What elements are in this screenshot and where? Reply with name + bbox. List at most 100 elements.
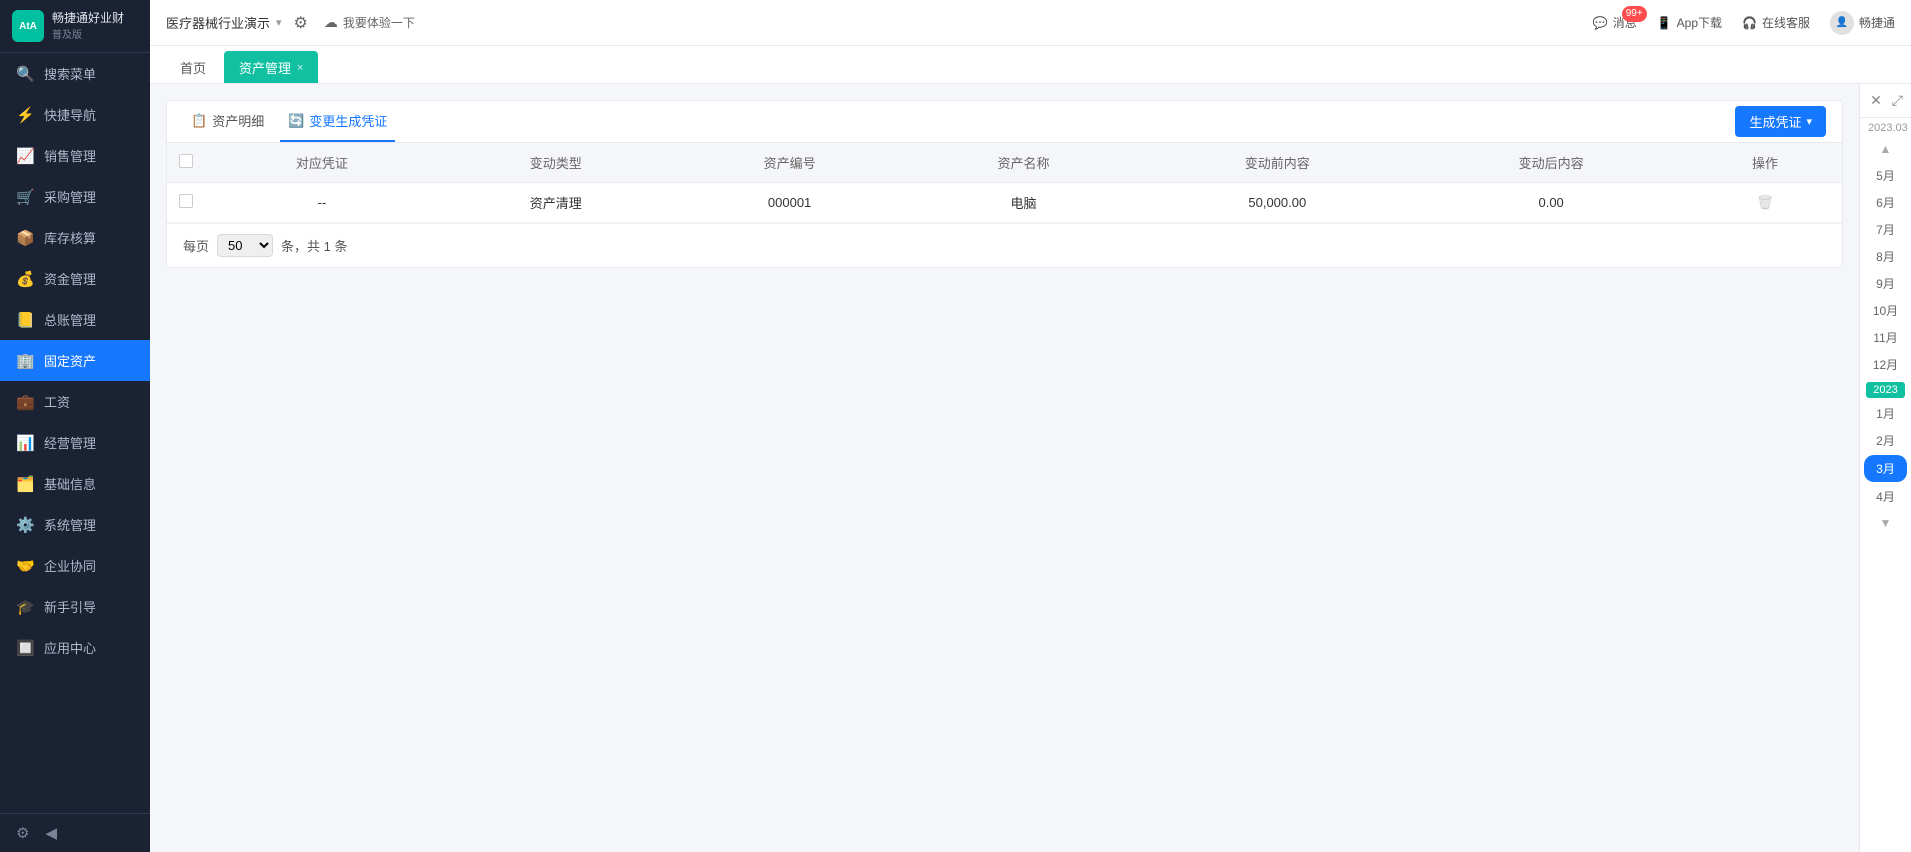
right-panel: ✕ ⤢ 2023.03 ▲ 5月6月7月8月9月10月11月12月 2023 1… (1859, 84, 1911, 852)
sidebar-item-system[interactable]: ⚙️系统管理 (0, 504, 150, 545)
month-item[interactable]: 6月 (1860, 189, 1911, 216)
tab-home[interactable]: 首页 (166, 52, 220, 83)
sidebar-label-assets: 固定资产 (44, 351, 96, 370)
payroll-icon: 💼 (16, 393, 34, 411)
per-page-select[interactable]: 50 10 20 100 (217, 234, 273, 257)
sidebar-item-sales[interactable]: 📈销售管理 (0, 135, 150, 176)
sidebar-item-basicinfo[interactable]: 🗂️基础信息 (0, 463, 150, 504)
user-name: 畅捷通 (1859, 14, 1895, 31)
month-item[interactable]: 9月 (1860, 270, 1911, 297)
change-table: 对应凭证 变动类型 资产编号 资产名称 变动前内容 变动后内容 操作 - (167, 143, 1842, 223)
page-content: 📋 资产明细 🔄 变更生成凭证 生成凭证 ▾ (150, 84, 1859, 852)
tab-asset-management[interactable]: 资产管理 × (224, 51, 318, 83)
settings-gear-icon[interactable]: ⚙ (294, 13, 308, 33)
sidebar-header: AtA 畅捷通好业财 普及版 (0, 0, 150, 53)
sidebar-label-appcenter: 应用中心 (44, 638, 96, 657)
cell-before-value: 50,000.00 (1140, 183, 1414, 223)
total-text: 条，共 1 条 (281, 236, 347, 255)
nav-tabs-bar: 首页 资产管理 × (150, 46, 1911, 84)
row-checkbox[interactable] (179, 194, 193, 208)
month-item[interactable]: 5月 (1860, 162, 1911, 189)
col-asset-code: 资产编号 (673, 143, 907, 183)
panel-expand-icon[interactable]: ⤢ (1890, 90, 1905, 111)
generate-voucher-button[interactable]: 生成凭证 ▾ (1735, 106, 1826, 137)
col-before: 变动前内容 (1140, 143, 1414, 183)
sidebar-label-guide: 新手引导 (44, 597, 96, 616)
month-item[interactable]: 2月 (1860, 427, 1911, 454)
messages-button[interactable]: 💬 消息 99+ (1593, 14, 1637, 31)
sub-tab-asset-detail[interactable]: 📋 资产明细 (183, 101, 272, 142)
quicknav-icon: ⚡ (16, 106, 34, 124)
sidebar-label-ledger: 总账管理 (44, 310, 96, 329)
settings-icon[interactable]: ⚙ (16, 824, 29, 842)
company-name: 医疗器械行业演示 (166, 13, 270, 32)
experience-text: 我要体验一下 (343, 14, 415, 31)
user-menu[interactable]: 👤 畅捷通 (1830, 11, 1895, 35)
month-item[interactable]: 7月 (1860, 216, 1911, 243)
col-after: 变动后内容 (1414, 143, 1688, 183)
app-download-button[interactable]: 📱 App下载 (1657, 14, 1722, 31)
asset-detail-icon: 📋 (191, 113, 207, 129)
year-badge[interactable]: 2023 (1866, 382, 1905, 398)
scroll-down-btn[interactable]: ▼ (1860, 510, 1911, 536)
management-icon: 📊 (16, 434, 34, 452)
content-wrapper: 📋 资产明细 🔄 变更生成凭证 生成凭证 ▾ (150, 84, 1911, 852)
sub-tab-change-voucher[interactable]: 🔄 变更生成凭证 (280, 101, 395, 142)
current-year-label: 2023.03 (1860, 118, 1911, 136)
sidebar-item-management[interactable]: 📊经营管理 (0, 422, 150, 463)
sidebar-label-enterprise: 企业协同 (44, 556, 96, 575)
panel-close-icon[interactable]: ✕ (1868, 90, 1884, 111)
sidebar-item-quicknav[interactable]: ⚡快捷导航 (0, 94, 150, 135)
cell-voucher: -- (205, 183, 439, 223)
sidebar-item-funds[interactable]: 💰 资金管理 (0, 258, 150, 299)
app-logo: AtA (12, 10, 44, 42)
sidebar-item-enterprise[interactable]: 🤝企业协同 (0, 545, 150, 586)
sales-icon: 📈 (16, 147, 34, 165)
sidebar-item-appcenter[interactable]: 🔲 应用中心 (0, 627, 150, 668)
sidebar-bottom: ⚙ ◀ (0, 813, 150, 852)
sidebar-item-payroll[interactable]: 💼 工资 (0, 381, 150, 422)
month-item[interactable]: 10月 (1860, 297, 1911, 324)
sidebar-item-purchase[interactable]: 🛒采购管理 (0, 176, 150, 217)
table-header-row: 对应凭证 变动类型 资产编号 资产名称 变动前内容 变动后内容 操作 (167, 143, 1842, 183)
tab-asset-label: 资产管理 (239, 58, 291, 77)
sidebar-item-guide[interactable]: 🎓新手引导 (0, 586, 150, 627)
appcenter-icon: 🔲 (16, 639, 34, 657)
delete-icon[interactable]: 🗑 (1756, 194, 1774, 210)
month-item[interactable]: 12月 (1860, 351, 1911, 378)
change-voucher-icon: 🔄 (288, 113, 304, 129)
experience-button[interactable]: ☁ 我要体验一下 (324, 14, 415, 31)
sidebar-item-inventory[interactable]: 📦库存核算 (0, 217, 150, 258)
online-service-button[interactable]: 🎧 在线客服 (1742, 14, 1810, 31)
sidebar-item-search[interactable]: 🔍 搜索菜单 (0, 53, 150, 94)
header-checkbox[interactable] (179, 154, 193, 168)
basicinfo-icon: 🗂️ (16, 475, 34, 493)
sidebar-item-ledger[interactable]: 📒总账管理 (0, 299, 150, 340)
month-item[interactable]: 8月 (1860, 243, 1911, 270)
company-selector[interactable]: 医疗器械行业演示 ▾ (166, 13, 282, 32)
scroll-up-btn[interactable]: ▲ (1860, 136, 1911, 162)
user-avatar: 👤 (1830, 11, 1854, 35)
search-icon: 🔍 (16, 65, 34, 83)
month-item[interactable]: 1月 (1860, 400, 1911, 427)
pagination-bar: 每页 50 10 20 100 条，共 1 条 (167, 223, 1842, 267)
messages-badge: 99+ (1622, 6, 1647, 22)
sub-tab-asset-detail-label: 资产明细 (212, 111, 264, 130)
sidebar-label-funds: 资金管理 (44, 269, 96, 288)
company-dropdown-arrow: ▾ (276, 16, 282, 29)
funds-icon: 💰 (16, 270, 34, 288)
generate-voucher-label: 生成凭证 (1749, 112, 1801, 131)
col-voucher: 对应凭证 (205, 143, 439, 183)
month-item[interactable]: 3月 (1864, 455, 1907, 482)
sidebar-label-payroll: 工资 (44, 392, 70, 411)
cell-asset-name: 电脑 (907, 183, 1141, 223)
sidebar-label-search: 搜索菜单 (44, 64, 96, 83)
sidebar: AtA 畅捷通好业财 普及版 🔍 搜索菜单 ⚡快捷导航📈销售管理🛒采购管理📦库存核算… (0, 0, 150, 852)
sidebar-item-assets[interactable]: 🏢固定资产 (0, 340, 150, 381)
collapse-icon[interactable]: ◀ (45, 824, 57, 842)
tab-close-icon[interactable]: × (297, 62, 303, 74)
month-item[interactable]: 11月 (1860, 324, 1911, 351)
col-action: 操作 (1688, 143, 1842, 183)
message-icon: 💬 (1593, 16, 1608, 30)
month-item[interactable]: 4月 (1860, 483, 1911, 510)
